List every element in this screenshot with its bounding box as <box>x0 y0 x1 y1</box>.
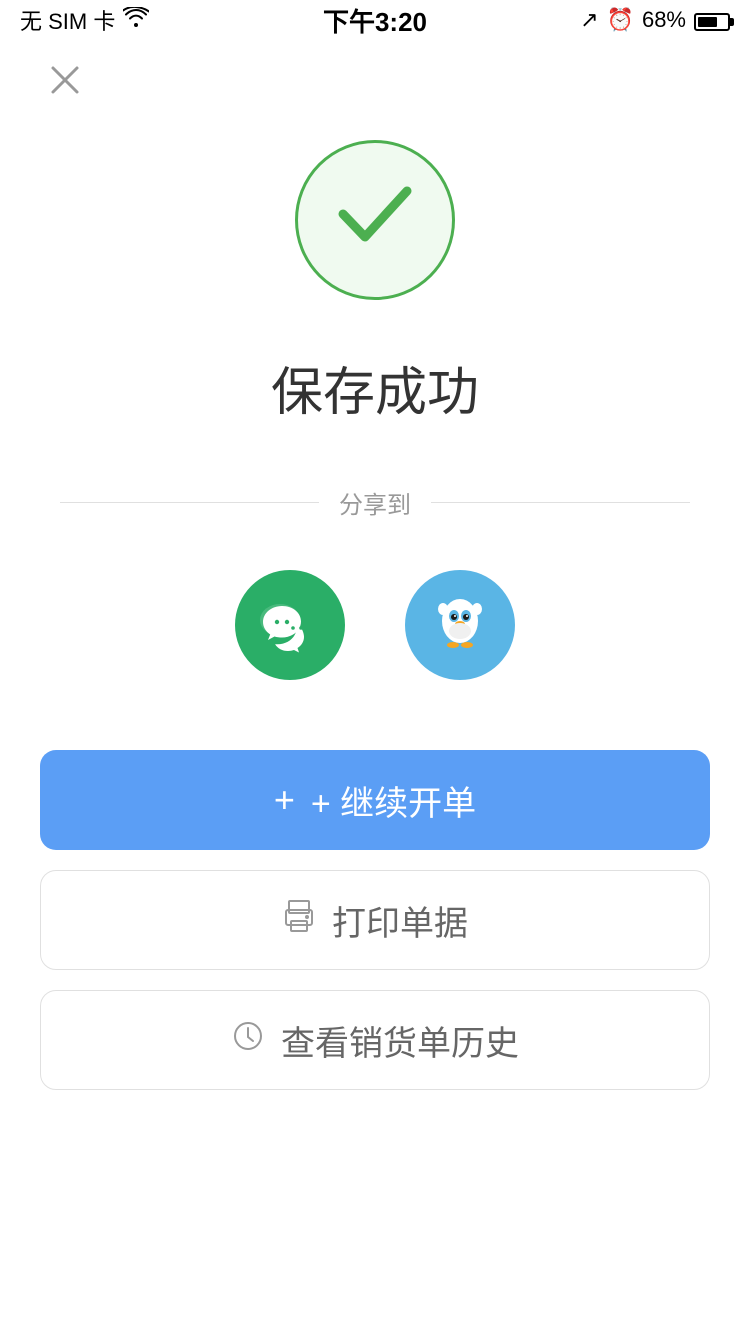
print-button[interactable]: 打印单据 <box>40 870 710 970</box>
divider-line-right <box>431 502 690 503</box>
continue-order-label: + 继续开单 <box>311 776 476 825</box>
wechat-share-button[interactable] <box>235 570 345 680</box>
print-label: 打印单据 <box>332 896 468 945</box>
history-icon <box>231 1019 265 1062</box>
divider-line-left <box>60 502 319 503</box>
wifi-icon <box>123 7 149 33</box>
status-left: 无 SIM 卡 <box>20 4 149 36</box>
no-sim-text: 无 SIM 卡 <box>20 4 115 36</box>
location-icon: ↗ <box>580 7 598 33</box>
battery-icon <box>694 7 730 33</box>
share-label: 分享到 <box>319 485 431 520</box>
qq-share-button[interactable] <box>405 570 515 680</box>
success-title: 保存成功 <box>271 350 479 425</box>
status-bar: 无 SIM 卡 下午3:20 ↗ ⏰ 68% <box>0 0 750 40</box>
close-button[interactable] <box>40 55 90 105</box>
checkmark-icon <box>335 179 415 262</box>
share-divider: 分享到 <box>0 485 750 520</box>
share-icons <box>235 570 515 680</box>
buttons-section: + + 继续开单 打印单据 查看销货单历史 <box>0 750 750 1090</box>
alarm-icon: ⏰ <box>607 7 634 33</box>
main-content: 保存成功 分享到 <box>0 40 750 1090</box>
print-icon <box>282 899 316 942</box>
status-time: 下午3:20 <box>323 2 427 39</box>
status-right: ↗ ⏰ 68% <box>580 7 730 33</box>
history-label: 查看销货单历史 <box>281 1016 519 1065</box>
success-circle <box>295 140 455 300</box>
continue-order-button[interactable]: + + 继续开单 <box>40 750 710 850</box>
plus-icon: + <box>274 779 295 821</box>
battery-percent: 68% <box>642 7 686 33</box>
history-button[interactable]: 查看销货单历史 <box>40 990 710 1090</box>
